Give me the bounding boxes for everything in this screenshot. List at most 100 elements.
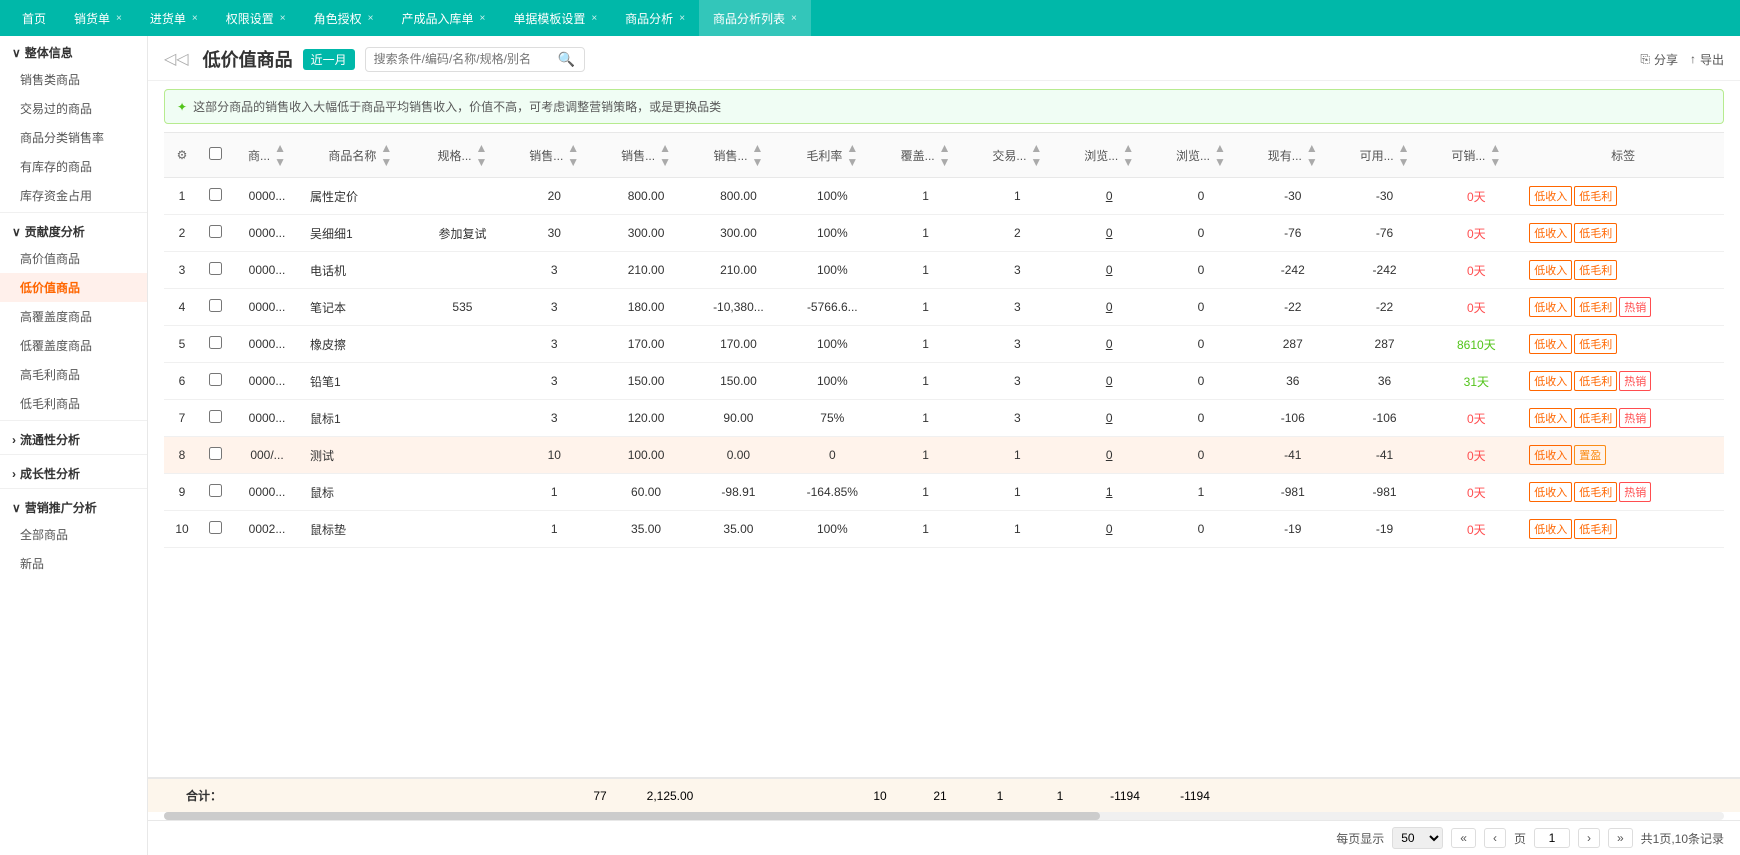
nav-sales-order[interactable]: 销货单 × xyxy=(60,0,136,36)
available-column-header[interactable]: 可用...▲▼ xyxy=(1339,133,1431,178)
sidebar-item-low-value[interactable]: 低价值商品 xyxy=(0,273,147,302)
nav-product-analysis-list[interactable]: 商品分析列表 × xyxy=(699,0,811,36)
sidebar-item-category-sales[interactable]: 商品分类销售率 xyxy=(0,123,147,152)
close-icon[interactable]: × xyxy=(791,13,797,24)
sidebar-item-all-products[interactable]: 全部商品 xyxy=(0,520,147,549)
row-checkbox[interactable] xyxy=(209,410,222,423)
row-browse1[interactable]: 0 xyxy=(1063,215,1155,252)
select-all-checkbox[interactable] xyxy=(209,147,222,160)
sidebar-item-low-coverage[interactable]: 低覆盖度商品 xyxy=(0,331,147,360)
sidebar-item-low-gross[interactable]: 低毛利商品 xyxy=(0,389,147,418)
sidebar-group-contribution[interactable]: ∨ 贡献度分析 xyxy=(0,215,147,244)
row-checkbox[interactable] xyxy=(209,484,222,497)
total-current-stock: -1194 xyxy=(1090,789,1160,803)
page-size-select[interactable]: 50 100 200 xyxy=(1392,827,1443,849)
nav-role-auth[interactable]: 角色授权 × xyxy=(300,0,388,36)
code-column-header[interactable]: 商...▲▼ xyxy=(230,133,304,178)
close-icon[interactable]: × xyxy=(679,13,685,24)
row-checkbox[interactable] xyxy=(209,225,222,238)
settings-column-header[interactable]: ⚙ xyxy=(164,133,200,178)
row-browse1[interactable]: 1 xyxy=(1063,474,1155,511)
collapse-sidebar-icon[interactable]: ◁◁ xyxy=(164,49,189,69)
next-page-button[interactable]: › xyxy=(1578,828,1600,848)
close-icon[interactable]: × xyxy=(192,13,198,24)
row-checkbox[interactable] xyxy=(209,299,222,312)
name-column-header[interactable]: 商品名称▲▼ xyxy=(304,133,417,178)
sidebar-group-flow[interactable]: › 流通性分析 xyxy=(0,423,147,452)
nav-home[interactable]: 首页 xyxy=(8,0,60,36)
first-page-button[interactable]: « xyxy=(1451,828,1476,848)
trade-column-header[interactable]: 交易...▲▼ xyxy=(971,133,1063,178)
sidebar-item-sales-products[interactable]: 销售类商品 xyxy=(0,65,147,94)
row-checkbox-cell[interactable] xyxy=(200,400,230,437)
sidebar-group-growth[interactable]: › 成长性分析 xyxy=(0,457,147,486)
nav-purchase-order[interactable]: 进货单 × xyxy=(136,0,212,36)
row-browse1[interactable]: 0 xyxy=(1063,289,1155,326)
close-icon[interactable]: × xyxy=(479,13,485,24)
row-browse1[interactable]: 0 xyxy=(1063,511,1155,548)
sidebar-item-high-coverage[interactable]: 高覆盖度商品 xyxy=(0,302,147,331)
browse1-column-header[interactable]: 浏览...▲▼ xyxy=(1063,133,1155,178)
close-icon[interactable]: × xyxy=(280,13,286,24)
gross-rate-column-header[interactable]: 毛利率▲▼ xyxy=(785,133,880,178)
nav-template-settings[interactable]: 单据模板设置 × xyxy=(499,0,611,36)
row-checkbox[interactable] xyxy=(209,188,222,201)
row-checkbox-cell[interactable] xyxy=(200,511,230,548)
page-number-input[interactable] xyxy=(1534,828,1570,848)
nav-product-warehouse[interactable]: 产成品入库单 × xyxy=(387,0,499,36)
current-stock-column-header[interactable]: 现有...▲▼ xyxy=(1247,133,1339,178)
browse2-column-header[interactable]: 浏览...▲▼ xyxy=(1155,133,1247,178)
sidebar-item-high-gross[interactable]: 高毛利商品 xyxy=(0,360,147,389)
row-browse1[interactable]: 0 xyxy=(1063,400,1155,437)
row-checkbox[interactable] xyxy=(209,447,222,460)
sidebar-group-overall[interactable]: ∨ 整体信息 xyxy=(0,36,147,65)
sidebar-item-traded-products[interactable]: 交易过的商品 xyxy=(0,94,147,123)
row-checkbox[interactable] xyxy=(209,373,222,386)
spec-column-header[interactable]: 规格...▲▼ xyxy=(417,133,509,178)
close-icon[interactable]: × xyxy=(368,13,374,24)
row-checkbox[interactable] xyxy=(209,521,222,534)
sales-amount-column-header[interactable]: 销售...▲▼ xyxy=(692,133,785,178)
sales-qty-column-header[interactable]: 销售...▲▼ xyxy=(508,133,600,178)
close-icon[interactable]: × xyxy=(116,13,122,24)
checkbox-column-header[interactable] xyxy=(200,133,230,178)
row-product-name: 鼠标垫 xyxy=(304,511,417,548)
last-page-button[interactable]: » xyxy=(1608,828,1633,848)
row-checkbox-cell[interactable] xyxy=(200,437,230,474)
row-checkbox-cell[interactable] xyxy=(200,252,230,289)
sidebar-group-marketing[interactable]: ∨ 营销推广分析 xyxy=(0,491,147,520)
row-checkbox-cell[interactable] xyxy=(200,326,230,363)
row-checkbox-cell[interactable] xyxy=(200,363,230,400)
settings-icon[interactable]: ⚙ xyxy=(177,148,188,162)
sidebar-item-inventory-funds[interactable]: 库存资金占用 xyxy=(0,181,147,210)
row-browse1[interactable]: 0 xyxy=(1063,437,1155,474)
nav-permission-settings[interactable]: 权限设置 × xyxy=(212,0,300,36)
row-checkbox-cell[interactable] xyxy=(200,178,230,215)
export-button[interactable]: ↑ 导出 xyxy=(1690,51,1724,68)
sidebar-item-new-products[interactable]: 新品 xyxy=(0,549,147,578)
prev-page-button[interactable]: ‹ xyxy=(1484,828,1506,848)
horizontal-scrollbar[interactable] xyxy=(164,812,1724,820)
coverage-column-header[interactable]: 覆盖...▲▼ xyxy=(880,133,972,178)
nav-product-analysis[interactable]: 商品分析 × xyxy=(611,0,699,36)
row-checkbox-cell[interactable] xyxy=(200,215,230,252)
row-checkbox-cell[interactable] xyxy=(200,474,230,511)
time-filter-tag[interactable]: 近一月 xyxy=(303,49,355,70)
sidebar-item-high-value[interactable]: 高价值商品 xyxy=(0,244,147,273)
row-checkbox-cell[interactable] xyxy=(200,289,230,326)
row-browse1[interactable]: 0 xyxy=(1063,363,1155,400)
share-button[interactable]: ⎘ 分享 xyxy=(1640,51,1678,68)
close-icon[interactable]: × xyxy=(591,13,597,24)
row-browse1[interactable]: 0 xyxy=(1063,326,1155,363)
row-checkbox[interactable] xyxy=(209,336,222,349)
row-browse1[interactable]: 0 xyxy=(1063,252,1155,289)
tag: 低毛利 xyxy=(1574,297,1617,317)
row-browse1[interactable]: 0 xyxy=(1063,178,1155,215)
row-checkbox[interactable] xyxy=(209,262,222,275)
saleable-column-header[interactable]: 可销...▲▼ xyxy=(1430,133,1522,178)
sales-price-column-header[interactable]: 销售...▲▼ xyxy=(600,133,692,178)
sidebar-item-stocked-products[interactable]: 有库存的商品 xyxy=(0,152,147,181)
search-icon[interactable]: 🔍 xyxy=(558,51,575,68)
search-input[interactable] xyxy=(374,52,554,66)
row-code: 0000... xyxy=(230,215,304,252)
